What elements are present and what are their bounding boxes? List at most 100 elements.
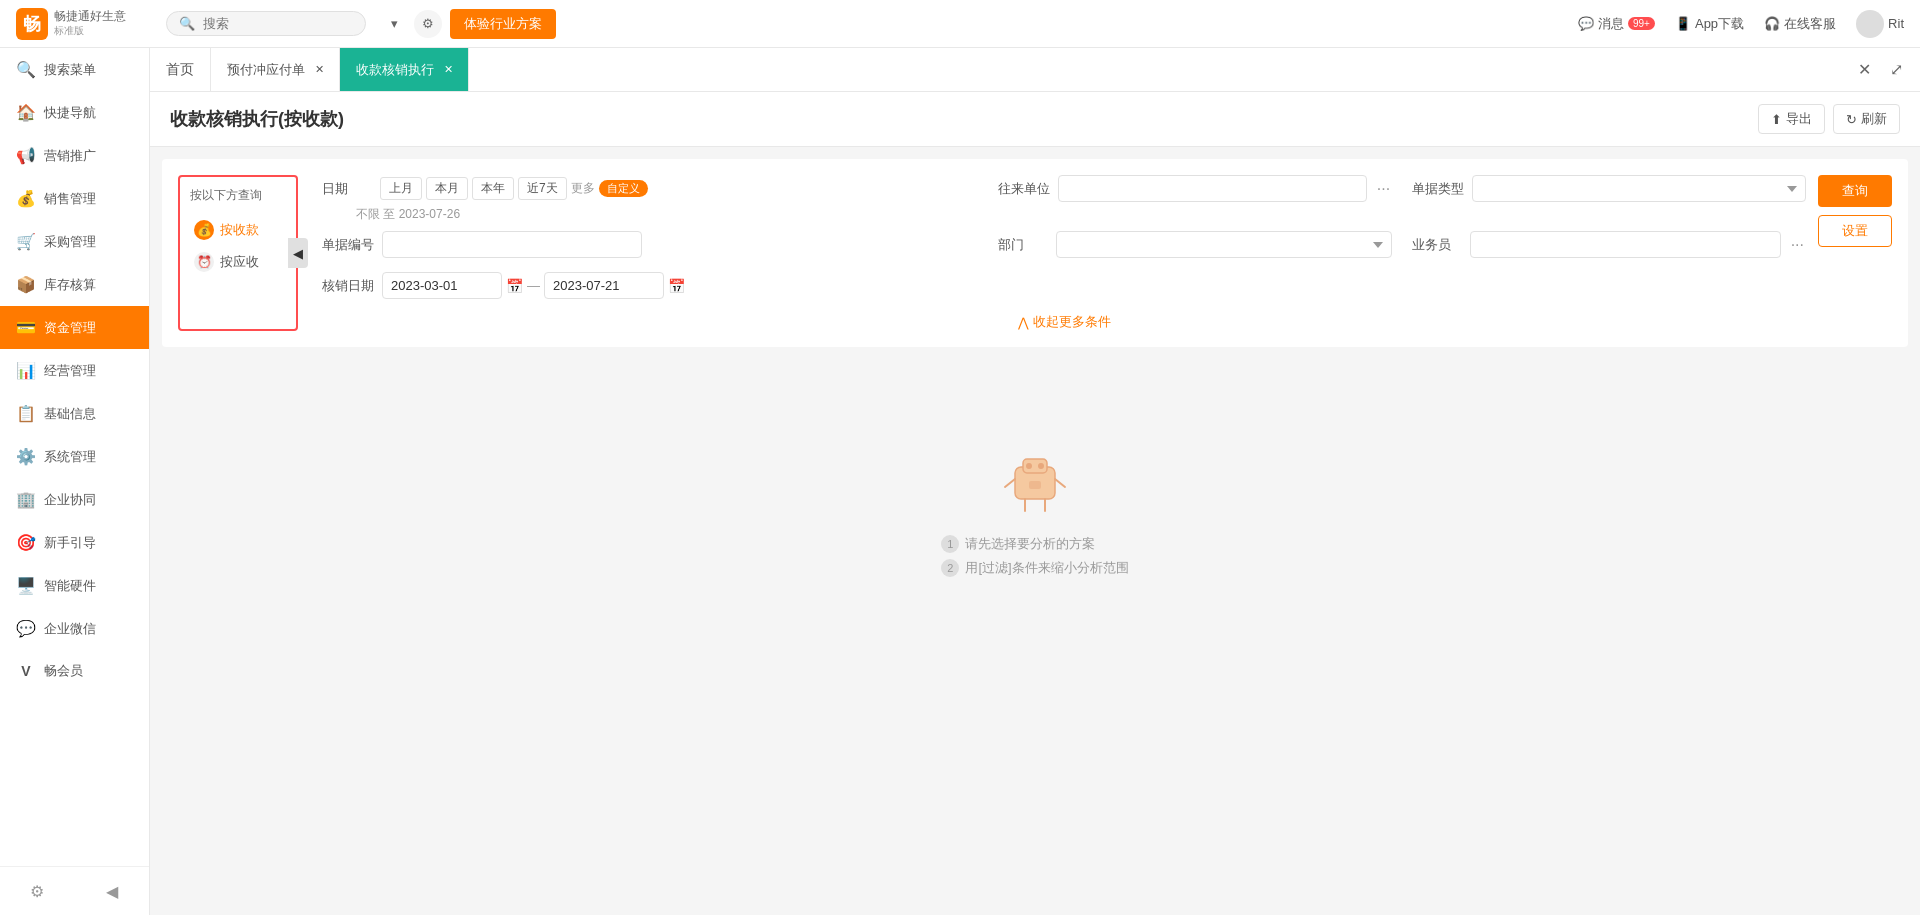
bill-type-select[interactable] <box>1472 175 1806 202</box>
sidebar-item-guide[interactable]: 🎯 新手引导 <box>0 521 149 564</box>
industry-btn[interactable]: 体验行业方案 <box>450 9 556 39</box>
filter-area: 按以下方查询 💰 按收款 ⏰ 按应收 ◀ <box>162 159 1908 347</box>
svg-point-2 <box>1026 463 1032 469</box>
empty-tip-1: 1 请先选择要分析的方案 <box>941 535 1128 553</box>
logo-area: 畅 畅捷通好生意 标准版 <box>16 8 166 40</box>
main-content: 首页 预付冲应付单 ✕ 收款核销执行 ✕ ✕ ⤢ 收款核销执行(按收款) <box>150 48 1920 915</box>
counterpart-input[interactable] <box>1058 175 1366 202</box>
cal-end-icon[interactable]: 📅 <box>668 278 685 294</box>
date-btn-last-month[interactable]: 上月 <box>380 177 422 200</box>
sidebar-item-enterprise[interactable]: 🏢 企业协同 <box>0 478 149 521</box>
message-badge: 99+ <box>1628 17 1655 30</box>
sidebar-collapse-btn[interactable]: ◀ <box>96 875 128 907</box>
tab-bar: 首页 预付冲应付单 ✕ 收款核销执行 ✕ ✕ ⤢ <box>150 48 1920 92</box>
filter-sidebar-title: 按以下方查询 <box>190 187 286 204</box>
sidebar-item-marketing[interactable]: 📢 营销推广 <box>0 134 149 177</box>
dept-select[interactable] <box>1056 231 1392 258</box>
tab-receivable-writeoff[interactable]: 收款核销执行 ✕ <box>340 48 469 91</box>
date-label: 日期 <box>322 180 372 198</box>
staff-label: 业务员 <box>1412 236 1462 254</box>
gear-btn[interactable]: ⚙ <box>414 10 442 38</box>
page-title: 收款核销执行(按收款) <box>170 107 344 143</box>
writeoff-date-row: 核销日期 📅 — 📅 <box>322 272 1806 299</box>
date-separator: — <box>527 278 540 293</box>
by-receivable-icon: ⏰ <box>194 252 214 272</box>
logo-text: 畅捷通好生意 <box>54 9 126 23</box>
message-btn[interactable]: 💬 消息 99+ <box>1578 15 1655 33</box>
writeoff-date-label: 核销日期 <box>322 277 374 295</box>
sidebar-item-finance[interactable]: 💳 资金管理 <box>0 306 149 349</box>
svg-line-6 <box>1055 479 1065 487</box>
sidebar-item-inventory[interactable]: 📦 库存核算 <box>0 263 149 306</box>
staff-input[interactable] <box>1470 231 1780 258</box>
purchase-icon: 🛒 <box>16 232 36 251</box>
dropdown-btn[interactable]: ▾ <box>382 12 406 36</box>
counterpart-label: 往来单位 <box>998 180 1050 198</box>
sidebar-item-purchase[interactable]: 🛒 采购管理 <box>0 220 149 263</box>
date-custom-badge[interactable]: 自定义 <box>599 180 648 197</box>
search-icon: 🔍 <box>179 16 195 31</box>
sidebar-item-quick-nav[interactable]: 🏠 快捷导航 <box>0 91 149 134</box>
app-download-btn[interactable]: 📱 App下载 <box>1675 15 1744 33</box>
date-btn-this-month[interactable]: 本月 <box>426 177 468 200</box>
tab-close-writeoff[interactable]: ✕ <box>440 62 456 78</box>
counterpart-group: 往来单位 ··· <box>998 175 1392 202</box>
date-btn-7days[interactable]: 近7天 <box>518 177 567 200</box>
date-buttons: 上月 本月 本年 近7天 更多 自定义 <box>380 177 648 200</box>
sidebar-item-wechat[interactable]: 💬 企业微信 <box>0 607 149 650</box>
chevron-up-icon: ⋀ <box>1018 315 1029 330</box>
dept-group: 部门 <box>998 231 1392 258</box>
refresh-btn[interactable]: ↻ 刷新 <box>1833 104 1900 134</box>
refresh-icon: ↻ <box>1846 112 1857 127</box>
export-btn[interactable]: ⬆ 导出 <box>1758 104 1825 134</box>
date-row: 日期 上月 本月 本年 近7天 更多 自定义 <box>322 175 1806 202</box>
sidebar: 🔍 搜索菜单 🏠 快捷导航 📢 营销推广 💰 销售管理 🛒 采购管理 📦 库存核… <box>0 48 150 915</box>
user-area[interactable]: Rit <box>1856 10 1904 38</box>
tab-close-prepay[interactable]: ✕ <box>311 62 327 78</box>
message-icon: 💬 <box>1578 16 1594 31</box>
search-bar[interactable]: 🔍 <box>166 11 366 36</box>
sidebar-item-basic-info[interactable]: 📋 基础信息 <box>0 392 149 435</box>
top-bar: 畅 畅捷通好生意 标准版 🔍 ▾ ⚙ 体验行业方案 💬 消息 99+ 📱 App… <box>0 0 1920 48</box>
sales-icon: 💰 <box>16 189 36 208</box>
tab-bar-right: ✕ ⤢ <box>1840 58 1920 82</box>
online-service-btn[interactable]: 🎧 在线客服 <box>1764 15 1836 33</box>
wechat-icon: 💬 <box>16 619 36 638</box>
empty-state: 1 请先选择要分析的方案 2 用[过滤]条件来缩小分析范围 <box>150 359 1920 663</box>
export-icon: ⬆ <box>1771 112 1782 127</box>
bill-no-input[interactable] <box>382 231 642 258</box>
search-menu-icon: 🔍 <box>16 60 36 79</box>
tab-home[interactable]: 首页 <box>150 48 211 91</box>
query-btn[interactable]: 查询 <box>1818 175 1892 207</box>
cal-start-icon[interactable]: 📅 <box>506 278 523 294</box>
date-btn-this-year[interactable]: 本年 <box>472 177 514 200</box>
filter-option-by-receivable[interactable]: ⏰ 按应收 <box>190 246 286 278</box>
tab-prepay-conflict[interactable]: 预付冲应付单 ✕ <box>211 48 340 91</box>
sidebar-settings-btn[interactable]: ⚙ <box>21 875 53 907</box>
sidebar-item-vip[interactable]: V 畅会员 <box>0 650 149 692</box>
writeoff-end-input[interactable] <box>544 272 664 299</box>
page-header-actions: ⬆ 导出 ↻ 刷新 <box>1758 104 1900 146</box>
staff-dots-btn[interactable]: ··· <box>1789 234 1806 256</box>
sidebar-bottom: ⚙ ◀ <box>0 866 149 915</box>
sidebar-item-system[interactable]: ⚙️ 系统管理 <box>0 435 149 478</box>
hardware-icon: 🖥️ <box>16 576 36 595</box>
filter-option-by-receipt[interactable]: 💰 按收款 <box>190 214 286 246</box>
dept-label: 部门 <box>998 236 1048 254</box>
setting-btn[interactable]: 设置 <box>1818 215 1892 247</box>
sidebar-item-hardware[interactable]: 🖥️ 智能硬件 <box>0 564 149 607</box>
sidebar-item-operation[interactable]: 📊 经营管理 <box>0 349 149 392</box>
writeoff-start-input[interactable] <box>382 272 502 299</box>
collapse-more-btn[interactable]: ⋀ 收起更多条件 <box>322 313 1806 331</box>
empty-tips: 1 请先选择要分析的方案 2 用[过滤]条件来缩小分析范围 <box>941 535 1128 583</box>
filter-collapse-btn[interactable]: ◀ <box>288 238 308 268</box>
search-input[interactable] <box>203 16 343 31</box>
sidebar-item-sales[interactable]: 💰 销售管理 <box>0 177 149 220</box>
date-more-btn[interactable]: 更多 <box>571 180 595 197</box>
layout: 🔍 搜索菜单 🏠 快捷导航 📢 营销推广 💰 销售管理 🛒 采购管理 📦 库存核… <box>0 0 1920 915</box>
tab-expand-btn[interactable]: ⤢ <box>1884 58 1908 82</box>
tab-close-all-btn[interactable]: ✕ <box>1852 58 1876 82</box>
writeoff-date-input-group: 📅 — 📅 <box>382 272 685 299</box>
counterpart-dots-btn[interactable]: ··· <box>1375 178 1392 200</box>
sidebar-item-search-menu[interactable]: 🔍 搜索菜单 <box>0 48 149 91</box>
